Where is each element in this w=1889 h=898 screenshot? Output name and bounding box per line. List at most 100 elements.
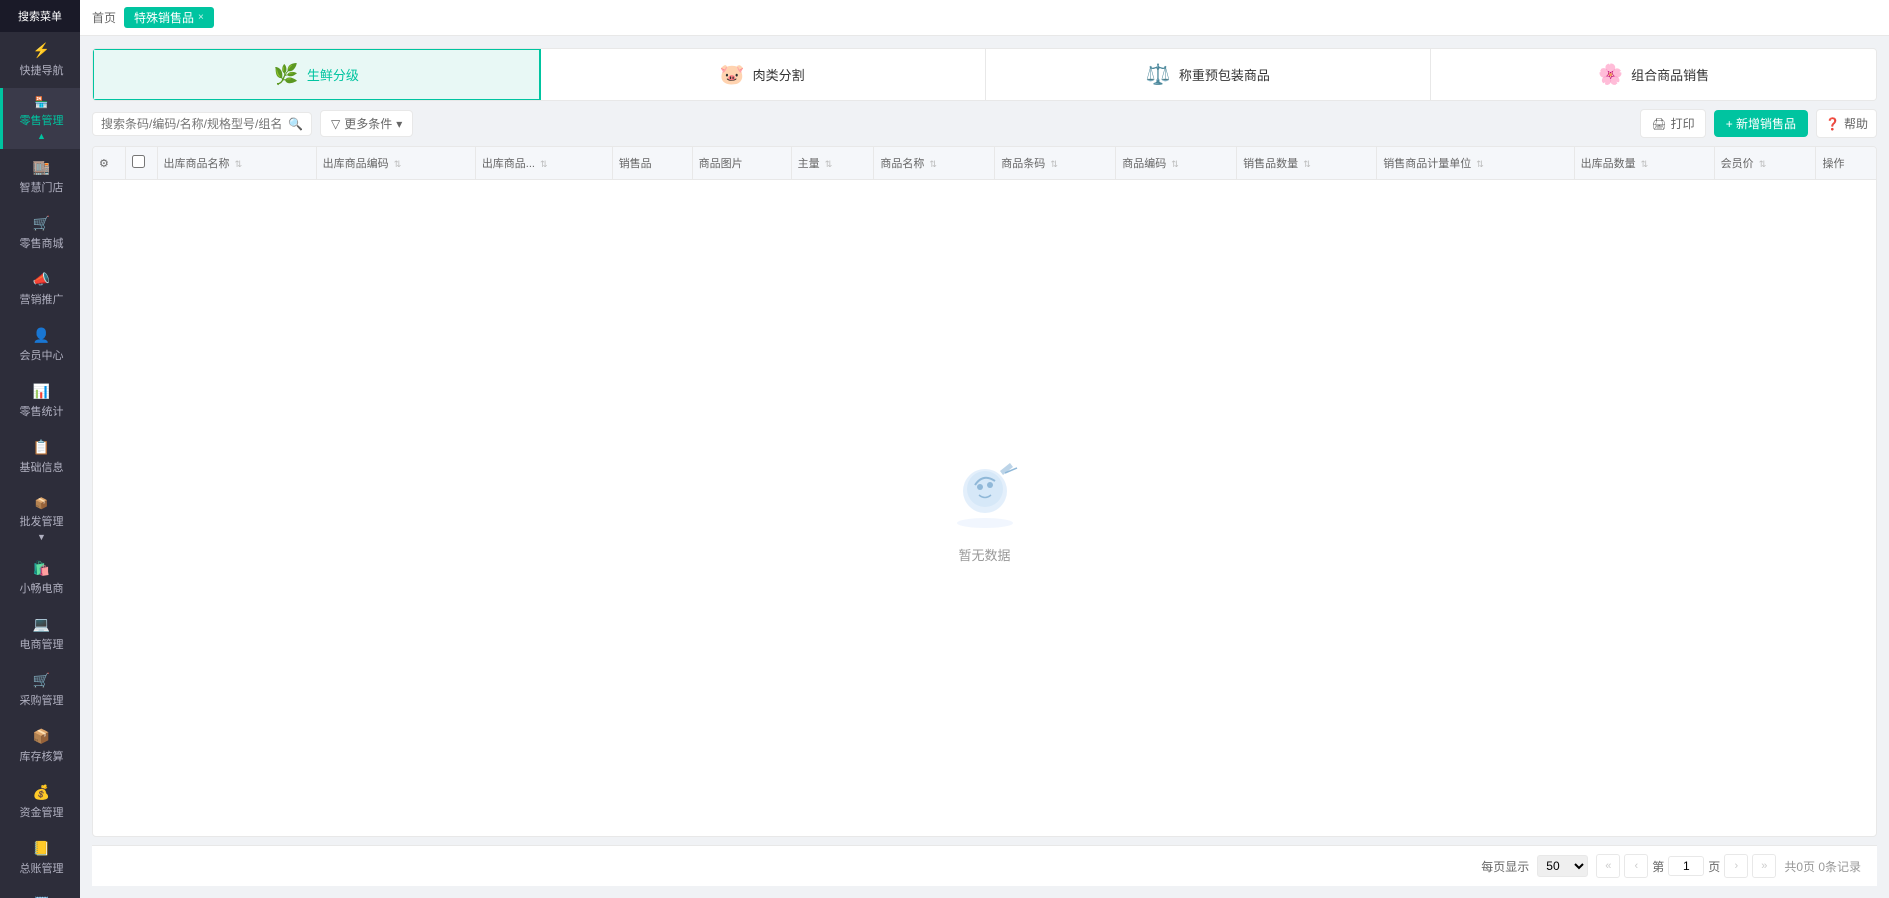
sidebar-item-member-center[interactable]: 👤 会员中心 <box>0 317 80 373</box>
first-page-button[interactable]: « <box>1596 854 1620 878</box>
sort-icon-sale-unit: ⇅ <box>1476 159 1484 169</box>
empty-text: 暂无数据 <box>958 545 1010 564</box>
sidebar-item-label: 小畅电商 <box>20 580 64 596</box>
prev-page-button[interactable]: ‹ <box>1624 854 1648 878</box>
page-label-before: 第 <box>1652 858 1664 875</box>
th-product-code[interactable]: 商品编码 ⇅ <box>1116 147 1237 180</box>
toolbar: 🔍 ▽ 更多条件 ▾ 🖨 打印 + 新增销售品 ❓ 帮助 <box>92 109 1877 138</box>
th-sale-qty[interactable]: 销售品数量 ⇅ <box>1237 147 1377 180</box>
th-out-product-name[interactable]: 出库商品名称 ⇅ <box>157 147 316 180</box>
search-input[interactable] <box>101 117 284 131</box>
sort-icon-sale-qty: ⇅ <box>1303 159 1311 169</box>
close-tab-icon[interactable]: × <box>198 12 204 23</box>
filter-button[interactable]: ▽ 更多条件 ▾ <box>320 110 413 137</box>
empty-state-illustration <box>945 453 1025 533</box>
th-out-product-spec[interactable]: 出库商品... ⇅ <box>475 147 612 180</box>
sidebar-item-label: 零售商城 <box>20 235 64 251</box>
sidebar-item-general-ledger[interactable]: 📒 总账管理 <box>0 830 80 886</box>
general-ledger-icon: 📒 <box>33 840 50 857</box>
th-product-barcode[interactable]: 商品条码 ⇅ <box>995 147 1116 180</box>
sidebar-item-purchase-mgmt[interactable]: 🛒 采购管理 <box>0 662 80 718</box>
active-tab[interactable]: 特殊销售品 × <box>124 7 214 28</box>
last-page-button[interactable]: » <box>1752 854 1776 878</box>
active-tab-label: 特殊销售品 <box>134 9 194 26</box>
search-box[interactable]: 🔍 <box>92 112 312 136</box>
sidebar-item-basic-info[interactable]: 📋 基础信息 <box>0 429 80 485</box>
category-tabs: 🌿 生鲜分级 🐷 肉类分割 ⚖️ 称重预包装商品 🌸 组合商品销售 <box>92 48 1877 101</box>
sidebar-item-retail-mall[interactable]: 🛒 零售商城 <box>0 205 80 261</box>
th-main-weight[interactable]: 主量 ⇅ <box>791 147 874 180</box>
sidebar-item-label: 采购管理 <box>20 692 64 708</box>
sidebar-item-mini-ecommerce[interactable]: 🛍️ 小畅电商 <box>0 550 80 606</box>
next-page-button[interactable]: › <box>1724 854 1748 878</box>
new-label: + 新增销售品 <box>1726 115 1796 132</box>
sidebar-item-label: 电商管理 <box>20 636 64 652</box>
basic-info-icon: 📋 <box>33 439 50 456</box>
sidebar-item-marketing[interactable]: 📣 营销推广 <box>0 261 80 317</box>
sidebar-item-invoice-mgmt[interactable]: 🧾 发票管理 <box>0 886 80 898</box>
chevron-down-icon-filter: ▾ <box>396 117 402 131</box>
print-button[interactable]: 🖨 打印 <box>1640 109 1705 138</box>
marketing-icon: 📣 <box>33 271 50 288</box>
sort-icon-member-price: ⇅ <box>1759 159 1767 169</box>
tab-weigh-pack[interactable]: ⚖️ 称重预包装商品 <box>986 49 1432 100</box>
th-checkbox <box>125 147 157 180</box>
sidebar-item-smart-store[interactable]: 🏬 智慧门店 <box>0 149 80 205</box>
print-label: 打印 <box>1671 115 1695 132</box>
logo-text: 搜索菜单 <box>18 8 62 24</box>
column-settings-icon[interactable]: ⚙ <box>99 158 109 170</box>
th-sale-unit[interactable]: 销售商品计量单位 ⇅ <box>1377 147 1574 180</box>
sidebar-item-finance[interactable]: 💰 资金管理 <box>0 774 80 830</box>
sidebar-item-inventory[interactable]: 📦 库存核算 <box>0 718 80 774</box>
sidebar-item-retail-stats[interactable]: 📊 零售统计 <box>0 373 80 429</box>
chevron-down-icon: ▲ <box>37 131 46 141</box>
tab-fresh-grade[interactable]: 🌿 生鲜分级 <box>92 48 541 101</box>
sidebar-item-quick-nav[interactable]: ⚡ 快捷导航 <box>0 32 80 88</box>
inventory-icon: 📦 <box>33 728 50 745</box>
sidebar-item-label: 智慧门店 <box>20 179 64 195</box>
breadcrumb-home[interactable]: 首页 <box>92 9 116 26</box>
per-page-select[interactable]: 102050100 <box>1537 855 1588 877</box>
sort-icon-main-weight: ⇅ <box>825 159 833 169</box>
table-header-row: ⚙ 出库商品名称 ⇅ 出库商品编码 ⇅ <box>93 147 1876 180</box>
print-icon: 🖨 <box>1651 117 1666 131</box>
new-sale-product-button[interactable]: + 新增销售品 <box>1714 110 1808 137</box>
current-page-input[interactable] <box>1668 856 1704 876</box>
main-content: 首页 特殊销售品 × 🌿 生鲜分级 🐷 肉类分割 ⚖️ 称重预包装商品 🌸 组合… <box>80 0 1889 898</box>
sort-icon-product-name: ⇅ <box>929 159 937 169</box>
ecommerce-mgmt-icon: 💻 <box>33 616 50 633</box>
sidebar-item-label: 会员中心 <box>20 347 64 363</box>
tab-weigh-pack-label: 称重预包装商品 <box>1179 65 1270 84</box>
help-label: 帮助 <box>1844 115 1868 132</box>
select-all-checkbox[interactable] <box>132 155 145 168</box>
th-settings: ⚙ <box>93 147 125 180</box>
pagination: 每页显示 102050100 « ‹ 第 页 › » 共0页 0条记录 <box>92 845 1877 886</box>
sidebar: 搜索菜单 ⚡ 快捷导航 🏪 零售管理 ▲ 🏬 智慧门店 🛒 零售商城 📣 营销推… <box>0 0 80 898</box>
th-product-name[interactable]: 商品名称 ⇅ <box>874 147 995 180</box>
sidebar-item-label: 营销推广 <box>20 291 64 307</box>
th-out-product-code[interactable]: 出库商品编码 ⇅ <box>316 147 475 180</box>
data-table: ⚙ 出库商品名称 ⇅ 出库商品编码 ⇅ <box>93 147 1876 180</box>
tab-combo-sale-label: 组合商品销售 <box>1631 65 1709 84</box>
sidebar-item-retail-mgmt[interactable]: 🏪 零售管理 ▲ <box>0 88 80 149</box>
tab-combo-sale[interactable]: 🌸 组合商品销售 <box>1431 49 1876 100</box>
help-button[interactable]: ❓ 帮助 <box>1816 109 1877 138</box>
fresh-grade-icon: 🌿 <box>274 62 299 87</box>
sidebar-item-label: 批发管理 <box>20 513 64 529</box>
retail-mgmt-icon: 🏪 <box>35 96 49 109</box>
wholesale-mgmt-icon: 📦 <box>35 497 49 510</box>
sidebar-item-wholesale-mgmt[interactable]: 📦 批发管理 ▼ <box>0 489 80 550</box>
tab-meat-cut[interactable]: 🐷 肉类分割 <box>540 49 986 100</box>
th-member-price[interactable]: 会员价 ⇅ <box>1714 147 1816 180</box>
sidebar-item-label: 库存核算 <box>20 748 64 764</box>
sidebar-item-label: 资金管理 <box>20 804 64 820</box>
th-out-qty[interactable]: 出库品数量 ⇅ <box>1574 147 1714 180</box>
top-nav: 首页 特殊销售品 × <box>80 0 1889 36</box>
page-content: 🌿 生鲜分级 🐷 肉类分割 ⚖️ 称重预包装商品 🌸 组合商品销售 🔍 <box>80 36 1889 898</box>
sort-icon-out-qty: ⇅ <box>1641 159 1649 169</box>
member-center-icon: 👤 <box>33 327 50 344</box>
sort-icon-product-barcode: ⇅ <box>1050 159 1058 169</box>
page-label-after: 页 <box>1708 858 1720 875</box>
sidebar-logo[interactable]: 搜索菜单 <box>0 0 80 32</box>
sidebar-item-ecommerce-mgmt[interactable]: 💻 电商管理 <box>0 606 80 662</box>
